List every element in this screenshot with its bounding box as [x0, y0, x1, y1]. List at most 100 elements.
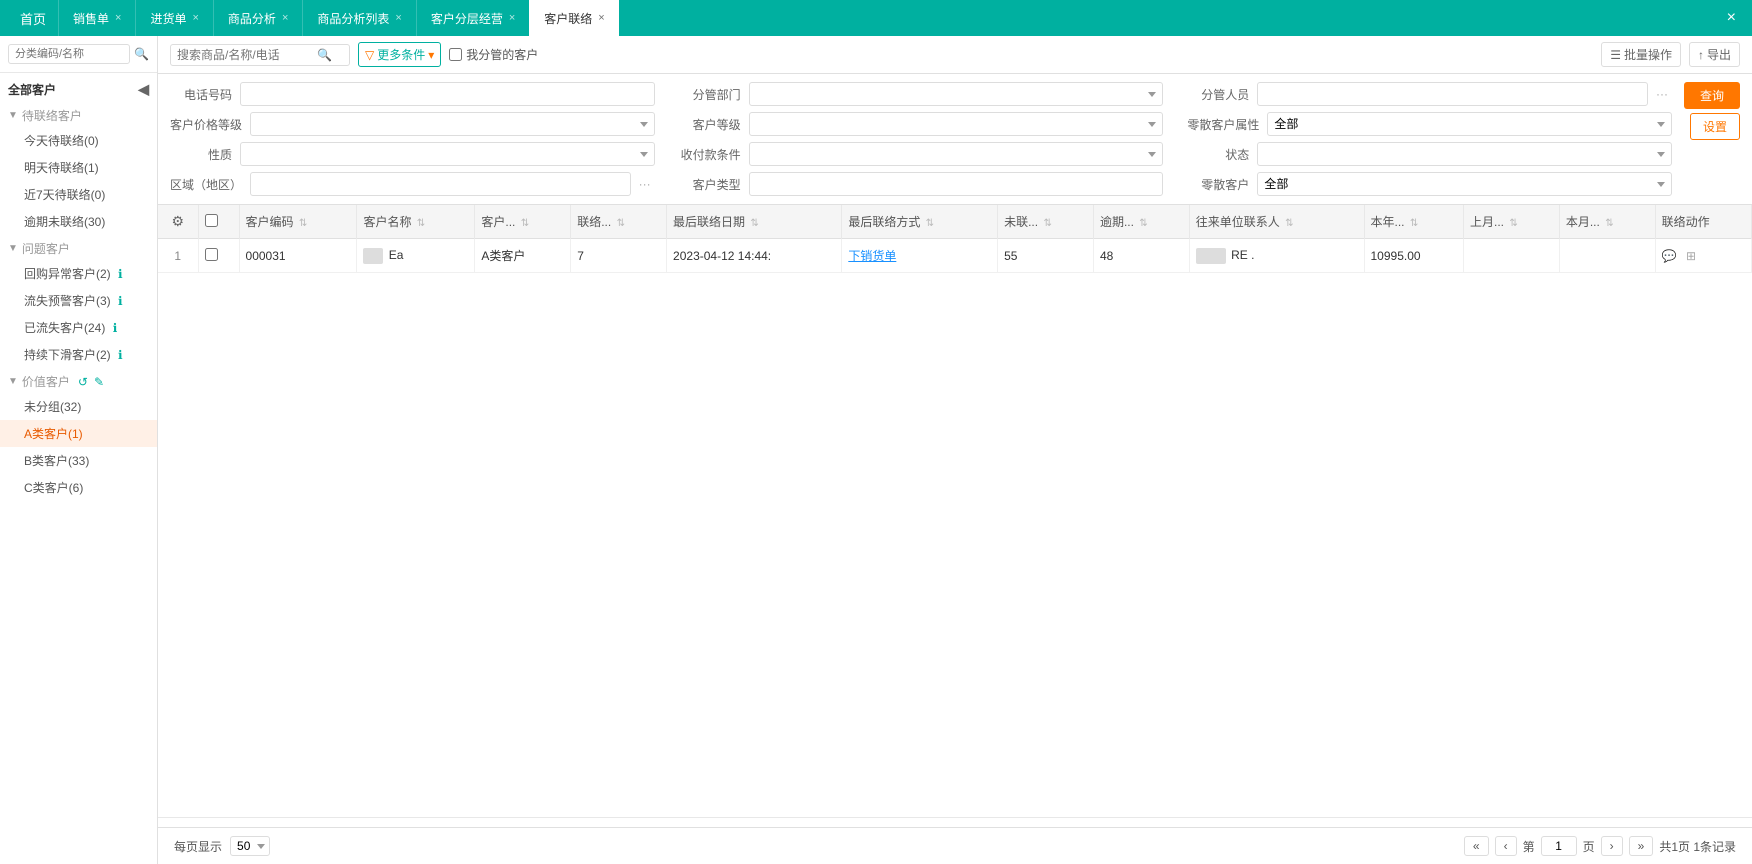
batch-op-btn[interactable]: ☰ 批量操作 — [1601, 42, 1681, 67]
filter-region-more[interactable]: ··· — [635, 177, 655, 191]
filter-actions: 查询 设置 — [1672, 82, 1740, 196]
sidebar-item-declining[interactable]: 持续下滑客户(2) ℹ — [0, 341, 157, 368]
nav-tab-customer-contact[interactable]: 客户联络 × — [529, 0, 618, 36]
sidebar-item-tomorrow-pending[interactable]: 明天待联络(1) — [0, 154, 157, 181]
sort-contacts[interactable]: ⇅ — [1285, 218, 1293, 229]
filter-field-region: 区域（地区） ··· — [170, 172, 655, 196]
td-contact-count: 7 — [571, 239, 667, 273]
row-checkbox[interactable] — [205, 248, 218, 261]
sidebar-search-icon[interactable]: 🔍 — [134, 47, 149, 61]
th-this-month: 本月... ⇅ — [1559, 205, 1655, 239]
filter-row-1: 电话号码 分管部门 分管人员 — [170, 82, 1672, 106]
sidebar-item-churn-warning[interactable]: 流失预警客户(3) ℹ — [0, 287, 157, 314]
select-all-checkbox[interactable] — [205, 214, 218, 227]
filter-price-grade-select[interactable] — [250, 112, 655, 136]
next-page-btn[interactable]: › — [1601, 836, 1623, 856]
sidebar-item-overdue-pending[interactable]: 逾期未联络(30) — [0, 208, 157, 235]
nav-tab-sales[interactable]: 销售单 × — [58, 0, 135, 36]
sidebar-item-ungrouped[interactable]: 未分组(32) — [0, 393, 157, 420]
nav-tab-product-list[interactable]: 商品分析列表 × — [302, 0, 415, 36]
close-customer-tier-tab[interactable]: × — [509, 12, 515, 24]
td-row-actions: 💬 ⊞ — [1655, 239, 1751, 273]
sort-overdue[interactable]: ⇅ — [1139, 218, 1147, 229]
sidebar-item-a-class[interactable]: A类客户(1) — [0, 420, 157, 447]
sort-last-date[interactable]: ⇅ — [750, 218, 758, 229]
filter-dept-select[interactable] — [749, 82, 1164, 106]
th-last-month: 上月... ⇅ — [1463, 205, 1559, 239]
filter-customer-type-input[interactable] — [749, 172, 1164, 196]
filter-field-retail-attr: 零散客户属性 全部 — [1187, 112, 1672, 136]
sidebar-item-b-class[interactable]: B类客户(33) — [0, 447, 157, 474]
sidebar-item-repurchase-abnormal[interactable]: 回购异常客户(2) ℹ — [0, 260, 157, 287]
content-area: 🔍 ▽ 更多条件 ▾ 我分管的客户 ☰ 批量操作 ↑ 导出 — [158, 36, 1752, 864]
query-btn[interactable]: 查询 — [1684, 82, 1740, 109]
table-header-row: ⚙ 客户编码 ⇅ 客户名称 ⇅ — [158, 205, 1752, 239]
filter-field-manager: 分管人员 ··· — [1187, 82, 1672, 106]
filter-manager-more[interactable]: ··· — [1652, 87, 1672, 101]
filter-more-btn[interactable]: ▽ 更多条件 ▾ — [358, 42, 441, 67]
sidebar-item-today-pending[interactable]: 今天待联络(0) — [0, 127, 157, 154]
th-no-contact: 未联... ⇅ — [998, 205, 1094, 239]
sidebar-collapse-btn[interactable]: ◀ — [138, 81, 149, 98]
first-page-btn[interactable]: « — [1464, 836, 1489, 856]
sort-last-method[interactable]: ⇅ — [926, 218, 934, 229]
global-close-btn[interactable]: × — [1719, 9, 1744, 27]
filter-field-dept: 分管部门 — [679, 82, 1164, 106]
sidebar-item-churned[interactable]: 已流失客户(24) ℹ — [0, 314, 157, 341]
pending-group-label[interactable]: ▼ 待联络客户 — [0, 102, 157, 127]
prev-page-btn[interactable]: ‹ — [1495, 836, 1517, 856]
close-purchase-tab[interactable]: × — [192, 12, 198, 24]
sort-this-month[interactable]: ⇅ — [1605, 218, 1613, 229]
filter-field-price-grade: 客户价格等级 — [170, 112, 655, 136]
filter-retail-attr-select[interactable]: 全部 — [1267, 112, 1672, 136]
filter-region-input[interactable] — [250, 172, 631, 196]
filter-status-select[interactable] — [1257, 142, 1672, 166]
nav-home[interactable]: 首页 — [8, 0, 58, 36]
my-customer-checkbox-area[interactable]: 我分管的客户 — [449, 46, 538, 63]
filter-customer-grade-select[interactable] — [749, 112, 1164, 136]
filter-nature-select[interactable] — [240, 142, 655, 166]
filter-retail-select[interactable]: 全部 — [1257, 172, 1672, 196]
nav-tab-customer-tier[interactable]: 客户分层经营 × — [416, 0, 529, 36]
export-btn[interactable]: ↑ 导出 — [1689, 42, 1740, 67]
sort-type[interactable]: ⇅ — [521, 218, 529, 229]
filter-settings-btn[interactable]: 设置 — [1690, 113, 1740, 140]
action-chat-icon[interactable]: 💬 — [1662, 249, 1677, 263]
filter-field-retail: 零散客户 全部 — [1187, 172, 1672, 196]
sort-last-month[interactable]: ⇅ — [1509, 218, 1517, 229]
sort-name[interactable]: ⇅ — [417, 218, 425, 229]
horizontal-scrollbar[interactable] — [158, 817, 1752, 827]
sort-this-year[interactable]: ⇅ — [1410, 218, 1418, 229]
last-page-btn[interactable]: » — [1629, 836, 1654, 856]
th-last-date: 最后联络日期 ⇅ — [667, 205, 842, 239]
close-product-analysis-tab[interactable]: × — [282, 12, 288, 24]
sidebar-search-input[interactable] — [8, 44, 130, 64]
sort-code[interactable]: ⇅ — [299, 218, 307, 229]
filter-manager-input[interactable] — [1257, 82, 1648, 106]
sort-contact[interactable]: ⇅ — [617, 218, 625, 229]
nav-tab-purchase[interactable]: 进货单 × — [135, 0, 212, 36]
td-last-method[interactable]: 下销货单 — [842, 239, 998, 273]
sidebar-item-c-class[interactable]: C类客户(6) — [0, 474, 157, 501]
th-actions: 联络动作 — [1655, 205, 1751, 239]
filter-payment-select[interactable] — [749, 142, 1164, 166]
close-sales-tab[interactable]: × — [115, 12, 121, 24]
filter-phone-input[interactable] — [240, 82, 655, 106]
sort-no-contact[interactable]: ⇅ — [1043, 218, 1051, 229]
close-customer-contact-tab[interactable]: × — [598, 12, 604, 24]
th-overdue: 逾期... ⇅ — [1093, 205, 1189, 239]
sidebar: 🔍 全部客户 ◀ ▼ 待联络客户 今天待联络(0) 明天待联络(1) 近7天待联… — [0, 36, 158, 864]
page-number-input[interactable] — [1541, 836, 1577, 856]
action-grid-icon[interactable]: ⊞ — [1686, 249, 1696, 263]
td-last-date: 2023-04-12 14:44: — [667, 239, 842, 273]
close-product-list-tab[interactable]: × — [395, 12, 401, 24]
sidebar-item-7days-pending[interactable]: 近7天待联络(0) — [0, 181, 157, 208]
gear-icon[interactable]: ⚙ — [171, 213, 184, 229]
toolbar-search-input[interactable] — [177, 48, 317, 62]
nav-tab-product-analysis[interactable]: 商品分析 × — [213, 0, 302, 36]
toolbar-search-icon[interactable]: 🔍 — [317, 48, 332, 62]
my-customer-checkbox[interactable] — [449, 48, 462, 61]
page-size-select[interactable]: 50 — [230, 836, 270, 856]
value-group-label[interactable]: ▼ 价值客户 ↺ ✎ — [0, 368, 157, 393]
problem-group-label[interactable]: ▼ 问题客户 — [0, 235, 157, 260]
